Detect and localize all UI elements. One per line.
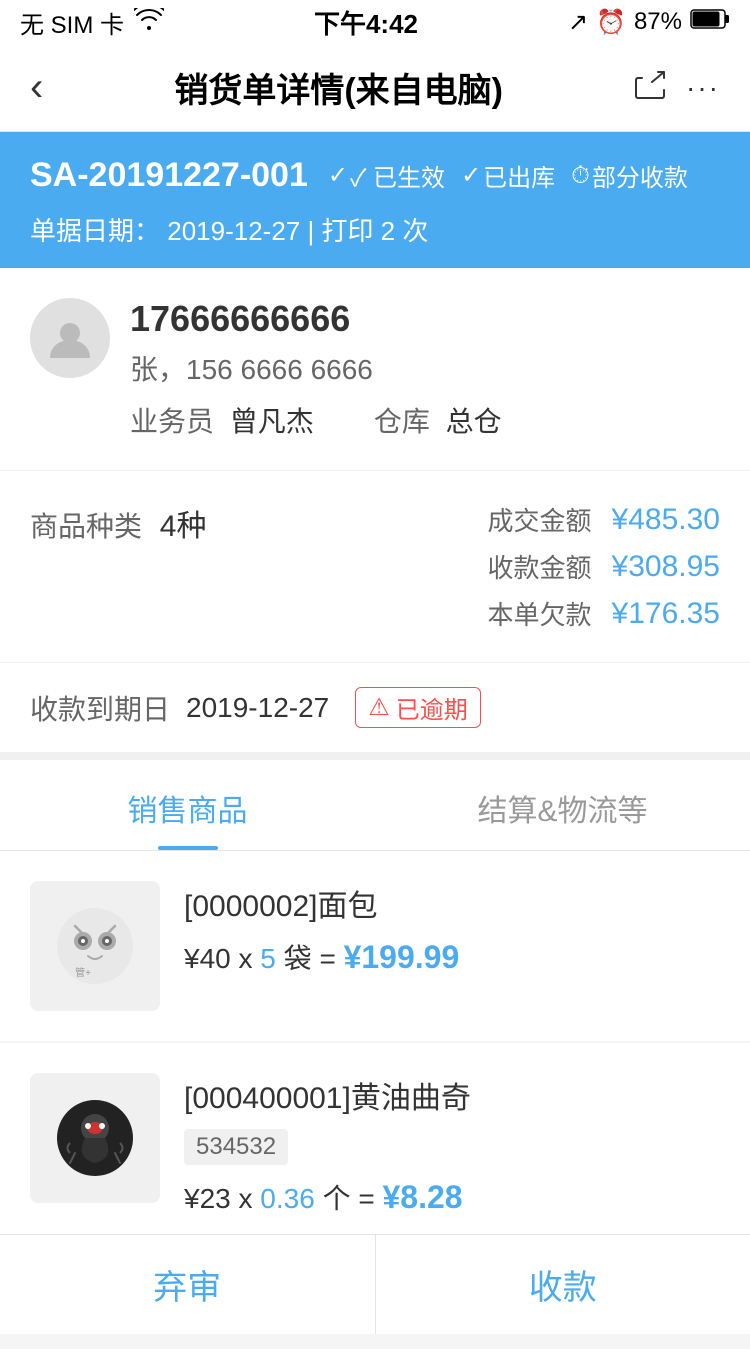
total-1: ¥199.99 [344, 939, 460, 975]
product-info-1: [0000002]面包 ¥40 x 5 袋 = ¥199.99 [184, 881, 720, 977]
alarm-icon: ⏰ [596, 8, 626, 37]
sales-label: 业务员 [130, 406, 214, 437]
customer-section: 17666666666 张，156 6666 6666 业务员 曾凡杰 仓库 总… [0, 268, 750, 471]
customer-meta: 业务员 曾凡杰 仓库 总仓 [130, 400, 720, 440]
unit-price-2: ¥23 [184, 1183, 231, 1214]
debt-label: 本单欠款 [488, 595, 592, 632]
tab-settlement[interactable]: 结算&物流等 [375, 760, 750, 850]
status-time: 下午4:42 [314, 4, 418, 41]
date-label: 单据日期： [30, 216, 160, 246]
overdue-label: 收款到期日 [30, 688, 170, 728]
clock-icon: ⏱ [571, 162, 590, 190]
amount-info: 成交金额 ¥485.30 收款金额 ¥308.95 本单欠款 ¥176.35 [488, 501, 720, 632]
nav-bar: ‹ 销货单详情(来自电脑) ··· [0, 44, 750, 132]
debt-value: ¥176.35 [612, 597, 720, 631]
status-tag-shipped: ✓ 已出库 [461, 158, 555, 193]
nav-right: ··· [634, 68, 720, 107]
product-image-1: 管+ [30, 881, 160, 1011]
page-title: 销货单详情(来自电脑) [174, 63, 503, 112]
bottom-bar: 弃审 收款 [0, 1234, 750, 1334]
product-info-2: [000400001]黄油曲奇 534532 ¥23 x 0.36 个 = ¥8… [184, 1073, 720, 1217]
status-left: 无 SIM 卡 [20, 5, 164, 40]
product-image-2 [30, 1073, 160, 1203]
debt-row: 本单欠款 ¥176.35 [488, 595, 720, 632]
amount-label: 成交金额 [488, 501, 592, 538]
summary-section: 商品种类 4种 成交金额 ¥485.30 收款金额 ¥308.95 本单欠款 ¥… [0, 471, 750, 663]
cancel-button[interactable]: 弃审 [0, 1235, 376, 1334]
tab-products[interactable]: 销售商品 [0, 760, 375, 850]
overdue-warning-icon: ⚠ [368, 693, 390, 722]
wifi-icon [134, 8, 164, 37]
type-count: 4种 [160, 510, 207, 543]
order-date-info: 单据日期： 2019-12-27 | 打印 2 次 [30, 211, 720, 248]
amount-value: ¥485.30 [612, 503, 720, 537]
unit-price-1: ¥40 [184, 943, 231, 974]
status-right: ↗ ⏰ 87% [568, 8, 730, 37]
unit-2: 个 [323, 1183, 351, 1214]
status-tag-effective: ✓ ✓ 已生效 [328, 158, 445, 193]
order-header: SA-20191227-001 ✓ ✓ 已生效 ✓ 已出库 ⏱ 部分收款 单据日… [0, 132, 750, 268]
qty-2: 0.36 [260, 1183, 315, 1214]
type-label: 商品种类 [30, 511, 142, 542]
product-type-info: 商品种类 4种 [30, 501, 206, 632]
location-icon: ↗ [568, 8, 588, 37]
collect-button[interactable]: 收款 [376, 1235, 750, 1334]
status-bar: 无 SIM 卡 下午4:42 ↗ ⏰ 87% [0, 0, 750, 44]
qty-1: 5 [260, 943, 276, 974]
sales-info: 业务员 曾凡杰 [130, 400, 314, 440]
more-button[interactable]: ··· [686, 72, 720, 104]
product-list: 管+ [0000002]面包 ¥40 x 5 袋 = ¥199.99 [0, 851, 750, 1247]
unit-1: 袋 [284, 943, 312, 974]
customer-name-phone: 张，156 6666 6666 [130, 348, 720, 388]
product-name-2: [000400001]黄油曲奇 [184, 1073, 720, 1117]
nav-left: ‹ [30, 65, 43, 110]
product-name-1: [0000002]面包 [184, 881, 720, 925]
order-id: SA-20191227-001 [30, 156, 308, 195]
check-icon-2: ✓ [461, 161, 481, 190]
customer-avatar [30, 298, 110, 378]
svg-text:管+: 管+ [75, 966, 91, 979]
tabs: 销售商品 结算&物流等 [0, 760, 750, 851]
print-info: | 打印 2 次 [307, 216, 428, 246]
product-sku-2: 534532 [184, 1129, 288, 1165]
total-2: ¥8.28 [383, 1179, 463, 1215]
battery-icon [690, 8, 730, 37]
warehouse-name: 总仓 [446, 406, 502, 437]
order-date: 2019-12-27 [167, 216, 300, 246]
sales-name: 曾凡杰 [230, 406, 314, 437]
product-price-2: ¥23 x 0.36 个 = ¥8.28 [184, 1177, 720, 1217]
warehouse-label: 仓库 [374, 406, 430, 437]
battery-status: 87% [634, 8, 682, 36]
product-price-1: ¥40 x 5 袋 = ¥199.99 [184, 937, 720, 977]
received-value: ¥308.95 [612, 550, 720, 584]
amount-row: 成交金额 ¥485.30 [488, 501, 720, 538]
customer-info: 17666666666 张，156 6666 6666 业务员 曾凡杰 仓库 总… [130, 298, 720, 440]
overdue-date: 2019-12-27 [186, 692, 329, 724]
customer-id: 17666666666 [130, 298, 720, 340]
overdue-section: 收款到期日 2019-12-27 ⚠ 已逾期 [0, 663, 750, 760]
check-icon-1: ✓ [328, 161, 348, 190]
warehouse-info: 仓库 总仓 [374, 400, 502, 440]
overdue-badge: ⚠ 已逾期 [355, 687, 481, 728]
status-tag-partial: ⏱ 部分收款 [571, 158, 688, 193]
back-button[interactable]: ‹ [30, 65, 43, 110]
overdue-text: 已逾期 [396, 690, 468, 725]
received-row: 收款金额 ¥308.95 [488, 548, 720, 585]
received-label: 收款金额 [488, 548, 592, 585]
sim-status: 无 SIM 卡 [20, 5, 124, 40]
list-item: [000400001]黄油曲奇 534532 ¥23 x 0.36 个 = ¥8… [0, 1043, 750, 1247]
list-item: 管+ [0000002]面包 ¥40 x 5 袋 = ¥199.99 [0, 851, 750, 1041]
share-button[interactable] [634, 68, 666, 107]
